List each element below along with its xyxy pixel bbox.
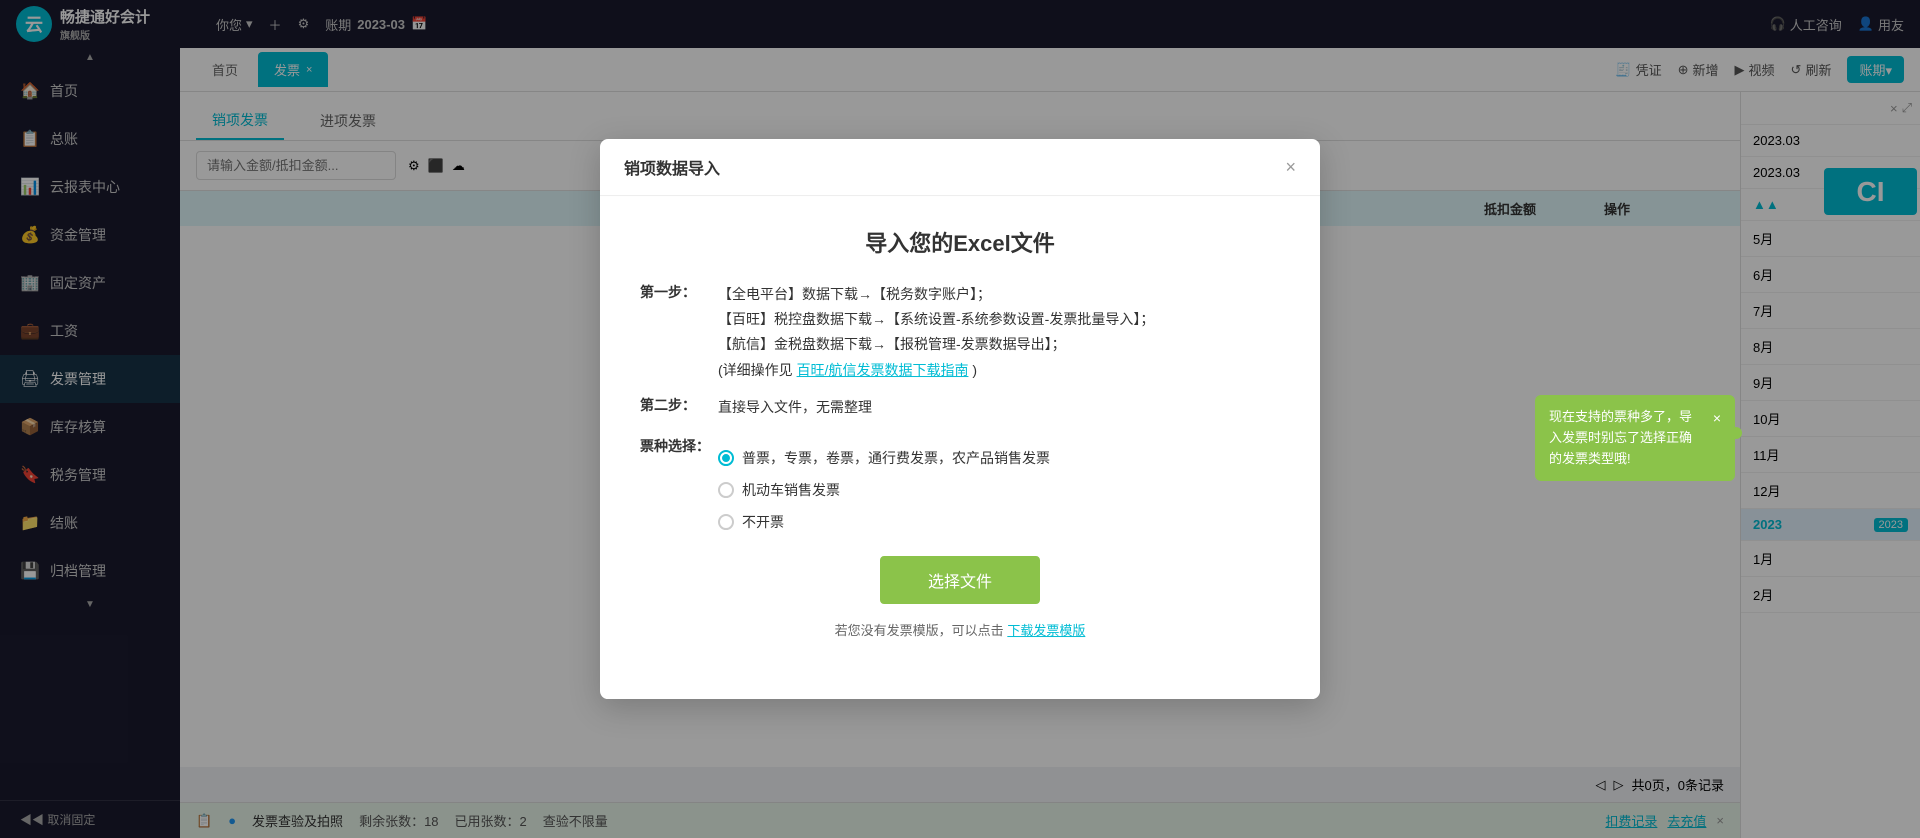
tooltip-box: × 现在支持的票种多了，导入发票时别忘了选择正确的发票类型哦! [1535, 395, 1735, 481]
step1-line3: 【航信】金税盘数据下载→【报税管理-发票数据导出】； [718, 332, 1154, 357]
step1-content: 【全电平台】数据下载→【税务数字账户】； 【百旺】税控盘数据下载→【系统设置-系… [718, 282, 1154, 383]
modal-title: 销项数据导入 [624, 155, 720, 179]
radio-group: 普票，专票，卷票，通行费发票，农产品销售发票 机动车销售发票 不开票 [718, 448, 1050, 532]
download-note-pre: 若您没有发票模版，可以点击 [835, 623, 1004, 638]
radio-item-2[interactable]: 机动车销售发票 [718, 480, 1050, 500]
radio-label-1: 普票，专票，卷票，通行费发票，农产品销售发票 [742, 448, 1050, 468]
import-modal: 销项数据导入 × 导入您的Excel文件 第一步： 【全电平台】数据下载→【税务… [600, 139, 1320, 699]
modal-main-title: 导入您的Excel文件 [640, 226, 1280, 258]
radio-label-2: 机动车销售发票 [742, 480, 840, 500]
tooltip-dot [1730, 427, 1742, 439]
select-file-button[interactable]: 选择文件 [880, 556, 1040, 604]
download-template-link[interactable]: 下载发票模版 [1007, 623, 1085, 638]
step1-line2: 【百旺】税控盘数据下载→【系统设置-系统参数设置-发票批量导入】； [718, 307, 1154, 332]
modal-body: 导入您的Excel文件 第一步： 【全电平台】数据下载→【税务数字账户】； 【百… [600, 196, 1320, 669]
step1-row: 第一步： 【全电平台】数据下载→【税务数字账户】； 【百旺】税控盘数据下载→【系… [640, 282, 1280, 383]
step1-note-end: ) [972, 362, 977, 378]
download-note: 若您没有发票模版，可以点击 下载发票模版 [640, 620, 1280, 639]
step1-label: 第一步： [640, 282, 710, 302]
tooltip-text: 现在支持的票种多了，导入发票时别忘了选择正确的发票类型哦! [1549, 409, 1692, 466]
ticket-label: 票种选择： [640, 436, 710, 456]
radio-circle-3 [718, 514, 734, 530]
ticket-row: 票种选择： 普票，专票，卷票，通行费发票，农产品销售发票 机动车销售发票 [640, 436, 1280, 532]
modal-close-button[interactable]: × [1285, 157, 1296, 178]
download-guide-link[interactable]: 百旺/航信发票数据下载指南 [797, 362, 969, 378]
step1-note-text: (详细操作见 [718, 362, 793, 378]
modal-header: 销项数据导入 × [600, 139, 1320, 196]
radio-item-3[interactable]: 不开票 [718, 512, 1050, 532]
ticket-select: 票种选择： 普票，专票，卷票，通行费发票，农产品销售发票 机动车销售发票 [640, 436, 1280, 532]
step2-content: 直接导入文件，无需整理 [718, 395, 872, 420]
radio-dot-1 [722, 454, 730, 462]
tooltip-close-icon[interactable]: × [1713, 407, 1721, 429]
radio-circle-1 [718, 450, 734, 466]
radio-item-1[interactable]: 普票，专票，卷票，通行费发票，农产品销售发票 [718, 448, 1050, 468]
step2-row: 第二步： 直接导入文件，无需整理 [640, 395, 1280, 420]
step1-line1: 【全电平台】数据下载→【税务数字账户】； [718, 282, 1154, 307]
radio-circle-2 [718, 482, 734, 498]
tooltip-line [1709, 430, 1733, 432]
step2-label: 第二步： [640, 395, 710, 415]
radio-label-3: 不开票 [742, 512, 784, 532]
step1-note: (详细操作见 百旺/航信发票数据下载指南 ) [718, 358, 1154, 383]
